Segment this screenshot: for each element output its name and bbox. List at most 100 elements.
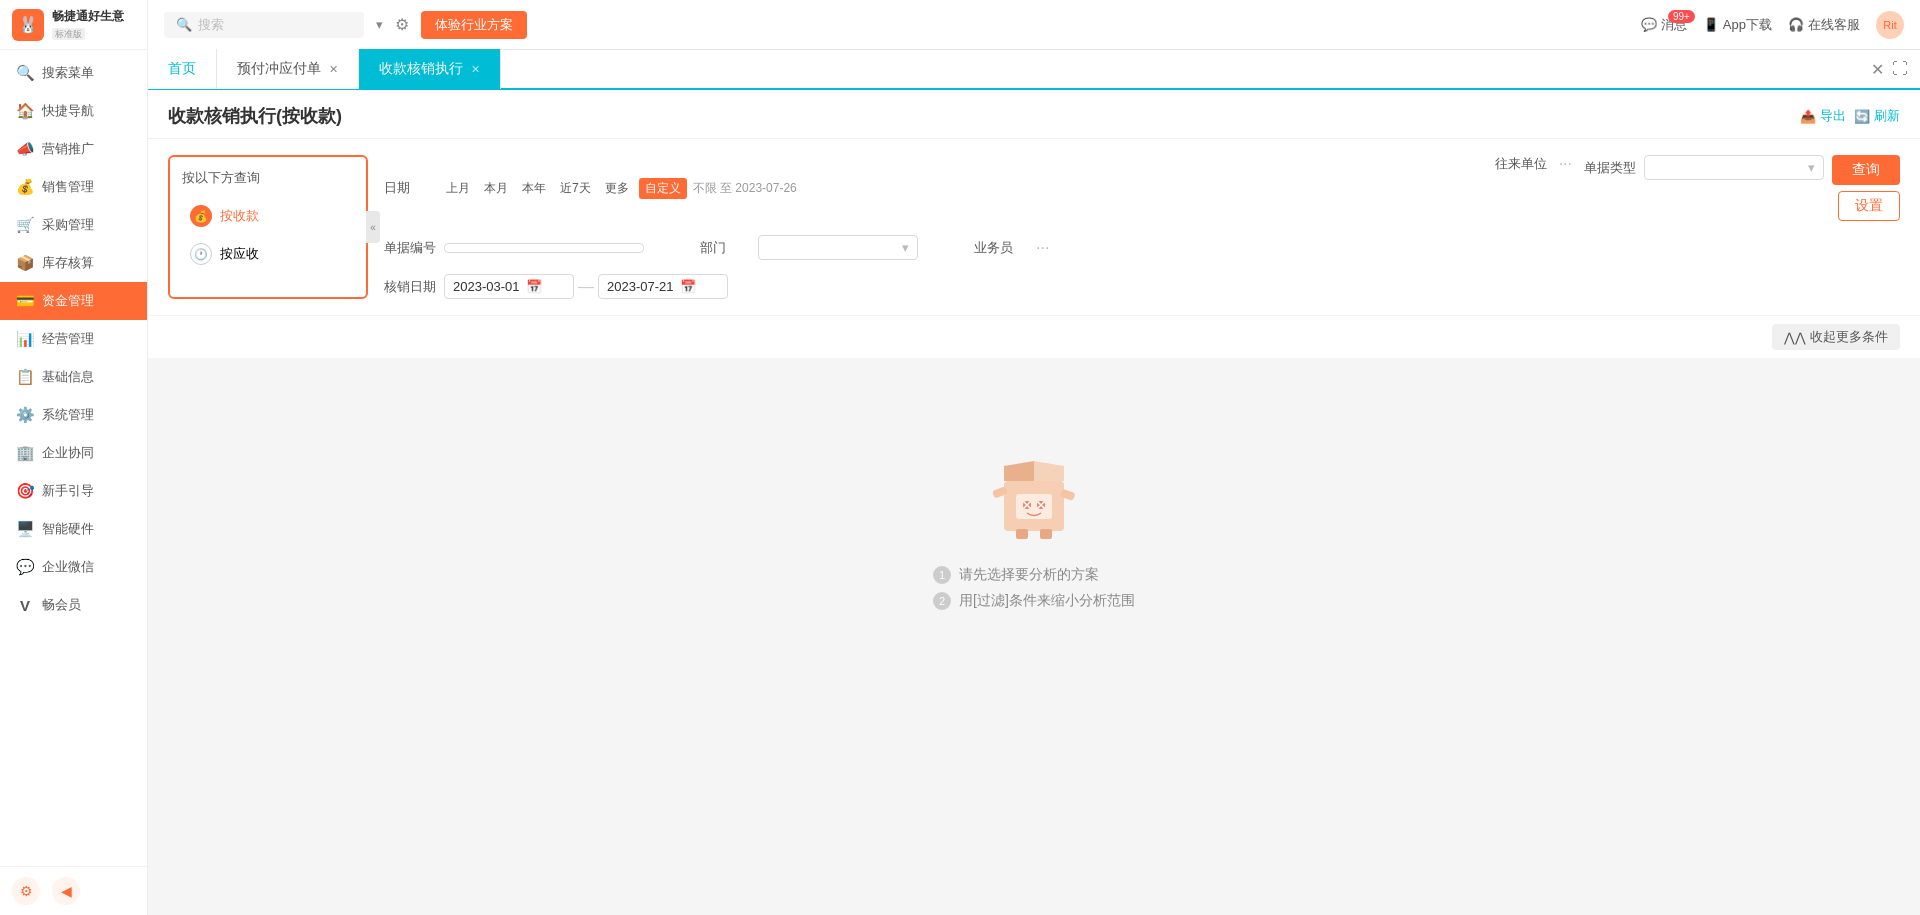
search-icon: 🔍 <box>176 17 192 32</box>
dept-select[interactable]: ▾ <box>758 235 918 260</box>
date-shortcut-7days[interactable]: 近7天 <box>556 178 595 199</box>
sidebar-item-finance[interactable]: 💳 资金管理 <box>0 282 147 320</box>
empty-illustration <box>974 446 1094 546</box>
tab-collection-label: 收款核销执行 <box>379 60 463 78</box>
voucher-type-label: 单据类型 <box>1584 159 1636 177</box>
sidebar-item-marketing[interactable]: 📣 营销推广 <box>0 130 147 168</box>
search-placeholder: 搜索 <box>198 16 224 34</box>
sidebar-item-business[interactable]: 📊 经营管理 <box>0 320 147 358</box>
date-field: 日期 上月 本月 本年 近7天 更多 自定义 不限 至 2023-07-26 <box>384 178 797 199</box>
refresh-label: 刷新 <box>1874 107 1900 125</box>
header-dropdown-icon[interactable]: ▾ <box>376 17 383 32</box>
message-button[interactable]: 💬 消息 99+ <box>1641 16 1687 34</box>
date-shortcut-last-month[interactable]: 上月 <box>442 178 474 199</box>
collapse-more-label: 收起更多条件 <box>1810 328 1888 346</box>
logo-tag: 标准版 <box>52 28 85 40</box>
empty-tip-2: 2 用[过滤]条件来缩小分析范围 <box>933 592 1135 610</box>
user-avatar[interactable]: Rit <box>1876 11 1904 39</box>
sidebar-item-label: 快捷导航 <box>42 102 94 120</box>
online-service-button[interactable]: 🎧 在线客服 <box>1788 16 1860 34</box>
refresh-button[interactable]: 🔄 刷新 <box>1854 107 1900 125</box>
settings-button[interactable]: 设置 <box>1838 191 1900 221</box>
sidebar-item-label: 销售管理 <box>42 178 94 196</box>
tab-close-all-icon[interactable]: ✕ <box>1871 60 1884 79</box>
calendar-icon[interactable]: 📅 <box>526 279 542 294</box>
date-shortcut-more[interactable]: 更多 <box>601 178 633 199</box>
sidebar-item-label: 智能硬件 <box>42 520 94 538</box>
member-icon: V <box>16 597 34 614</box>
logo-text-group: 畅捷通好生意 标准版 <box>52 8 124 41</box>
sidebar-item-hardware[interactable]: 🖥️ 智能硬件 <box>0 510 147 548</box>
export-button[interactable]: 📤 导出 <box>1800 107 1846 125</box>
date-shortcut-this-month[interactable]: 本月 <box>480 178 512 199</box>
tab-collection-close[interactable]: ✕ <box>471 63 480 76</box>
tab-prepay-close[interactable]: ✕ <box>329 63 338 76</box>
sidebar-item-sales[interactable]: 💰 销售管理 <box>0 168 147 206</box>
filter-row-3: 核销日期 2023-03-01 📅 — 2023-07-21 📅 <box>384 274 1900 299</box>
verify-date-end-value: 2023-07-21 <box>607 279 674 294</box>
service-label: 在线客服 <box>1808 16 1860 34</box>
empty-tips: 1 请先选择要分析的方案 2 用[过滤]条件来缩小分析范围 <box>933 566 1135 610</box>
sidebar-item-label: 资金管理 <box>42 292 94 310</box>
date-shortcut-custom[interactable]: 自定义 <box>639 178 687 199</box>
sidebar-item-wechat[interactable]: 💬 企业微信 <box>0 548 147 586</box>
logo-name: 畅捷通好生意 <box>52 8 124 25</box>
sidebar: 🐰 畅捷通好生意 标准版 🔍 搜索菜单 🏠 快捷导航 📣 营销推广 💰 销售管理… <box>0 0 148 915</box>
system-icon: ⚙️ <box>16 406 34 424</box>
collapse-more-bar: ⋀⋀ 收起更多条件 <box>148 315 1920 358</box>
date-shortcut-this-year[interactable]: 本年 <box>518 178 550 199</box>
inventory-icon: 📦 <box>16 254 34 272</box>
filter-panel-collapse-btn[interactable]: « <box>366 211 380 243</box>
industry-solution-button[interactable]: 体验行业方案 <box>421 11 527 39</box>
page-header-actions: 📤 导出 🔄 刷新 <box>1800 107 1900 125</box>
sidebar-item-search[interactable]: 🔍 搜索菜单 <box>0 54 147 92</box>
tab-prepay[interactable]: 预付冲应付单 ✕ <box>217 49 359 89</box>
sidebar-item-label: 畅会员 <box>42 596 81 614</box>
voucher-no-field: 单据编号 <box>384 239 644 257</box>
sidebar-item-quick-nav[interactable]: 🏠 快捷导航 <box>0 92 147 130</box>
collapse-more-button[interactable]: ⋀⋀ 收起更多条件 <box>1772 324 1900 350</box>
verify-date-field: 核销日期 2023-03-01 📅 — 2023-07-21 📅 <box>384 274 728 299</box>
voucher-no-input[interactable] <box>444 243 644 253</box>
verify-date-end-input[interactable]: 2023-07-21 📅 <box>598 274 728 299</box>
sidebar-item-system[interactable]: ⚙️ 系统管理 <box>0 396 147 434</box>
sidebar-item-inventory[interactable]: 📦 库存核算 <box>0 244 147 282</box>
sidebar-item-label: 企业协同 <box>42 444 94 462</box>
staff-dots[interactable]: ··· <box>1032 239 1053 257</box>
filter-option-by-receivable[interactable]: 🕐 按应收 <box>182 237 354 271</box>
app-download-button[interactable]: 📱 App下载 <box>1703 16 1772 34</box>
sidebar-item-guide[interactable]: 🎯 新手引导 <box>0 472 147 510</box>
header-search-bar[interactable]: 🔍 搜索 <box>164 12 364 38</box>
sidebar-item-basic[interactable]: 📋 基础信息 <box>0 358 147 396</box>
calendar-icon[interactable]: 📅 <box>680 279 696 294</box>
voucher-type-select[interactable]: ▾ <box>1644 155 1824 180</box>
sidebar-item-purchase[interactable]: 🛒 采购管理 <box>0 206 147 244</box>
filter-option-by-collection[interactable]: 💰 按收款 <box>182 199 354 233</box>
export-label: 导出 <box>1820 107 1846 125</box>
sidebar-collapse-button[interactable]: ◀ <box>52 877 80 905</box>
verify-date-start-input[interactable]: 2023-03-01 📅 <box>444 274 574 299</box>
filter-panel-title: 按以下方查询 <box>182 169 354 187</box>
home-icon: 🏠 <box>16 102 34 120</box>
partner-field: 往来单位 ··· <box>1495 155 1576 173</box>
sidebar-item-member[interactable]: V 畅会员 <box>0 586 147 624</box>
chevron-up-icon: ⋀⋀ <box>1784 330 1806 345</box>
date-range-text: 不限 至 2023-07-26 <box>693 180 797 197</box>
tab-bar-actions: ✕ ⛶ <box>1871 60 1920 79</box>
header-settings-icon[interactable]: ⚙ <box>395 15 409 34</box>
sidebar-item-enterprise[interactable]: 🏢 企业协同 <box>0 434 147 472</box>
partner-dots[interactable]: ··· <box>1555 155 1576 173</box>
tab-collection[interactable]: 收款核销执行 ✕ <box>359 49 501 89</box>
partner-label: 往来单位 <box>1495 155 1547 173</box>
query-button[interactable]: 查询 <box>1832 155 1900 185</box>
page-header: 收款核销执行(按收款) 📤 导出 🔄 刷新 <box>148 90 1920 139</box>
filter-right-panel: 日期 上月 本月 本年 近7天 更多 自定义 不限 至 2023-07-26 <box>384 155 1900 299</box>
sidebar-item-label: 基础信息 <box>42 368 94 386</box>
filter-left-panel: 按以下方查询 💰 按收款 🕐 按应收 « <box>168 155 368 299</box>
sidebar-settings-button[interactable]: ⚙ <box>12 877 40 905</box>
tab-home[interactable]: 首页 <box>148 49 217 89</box>
tab-expand-icon[interactable]: ⛶ <box>1892 60 1908 78</box>
sidebar-item-label: 系统管理 <box>42 406 94 424</box>
hardware-icon: 🖥️ <box>16 520 34 538</box>
dept-field: 部门 ▾ <box>700 235 918 260</box>
